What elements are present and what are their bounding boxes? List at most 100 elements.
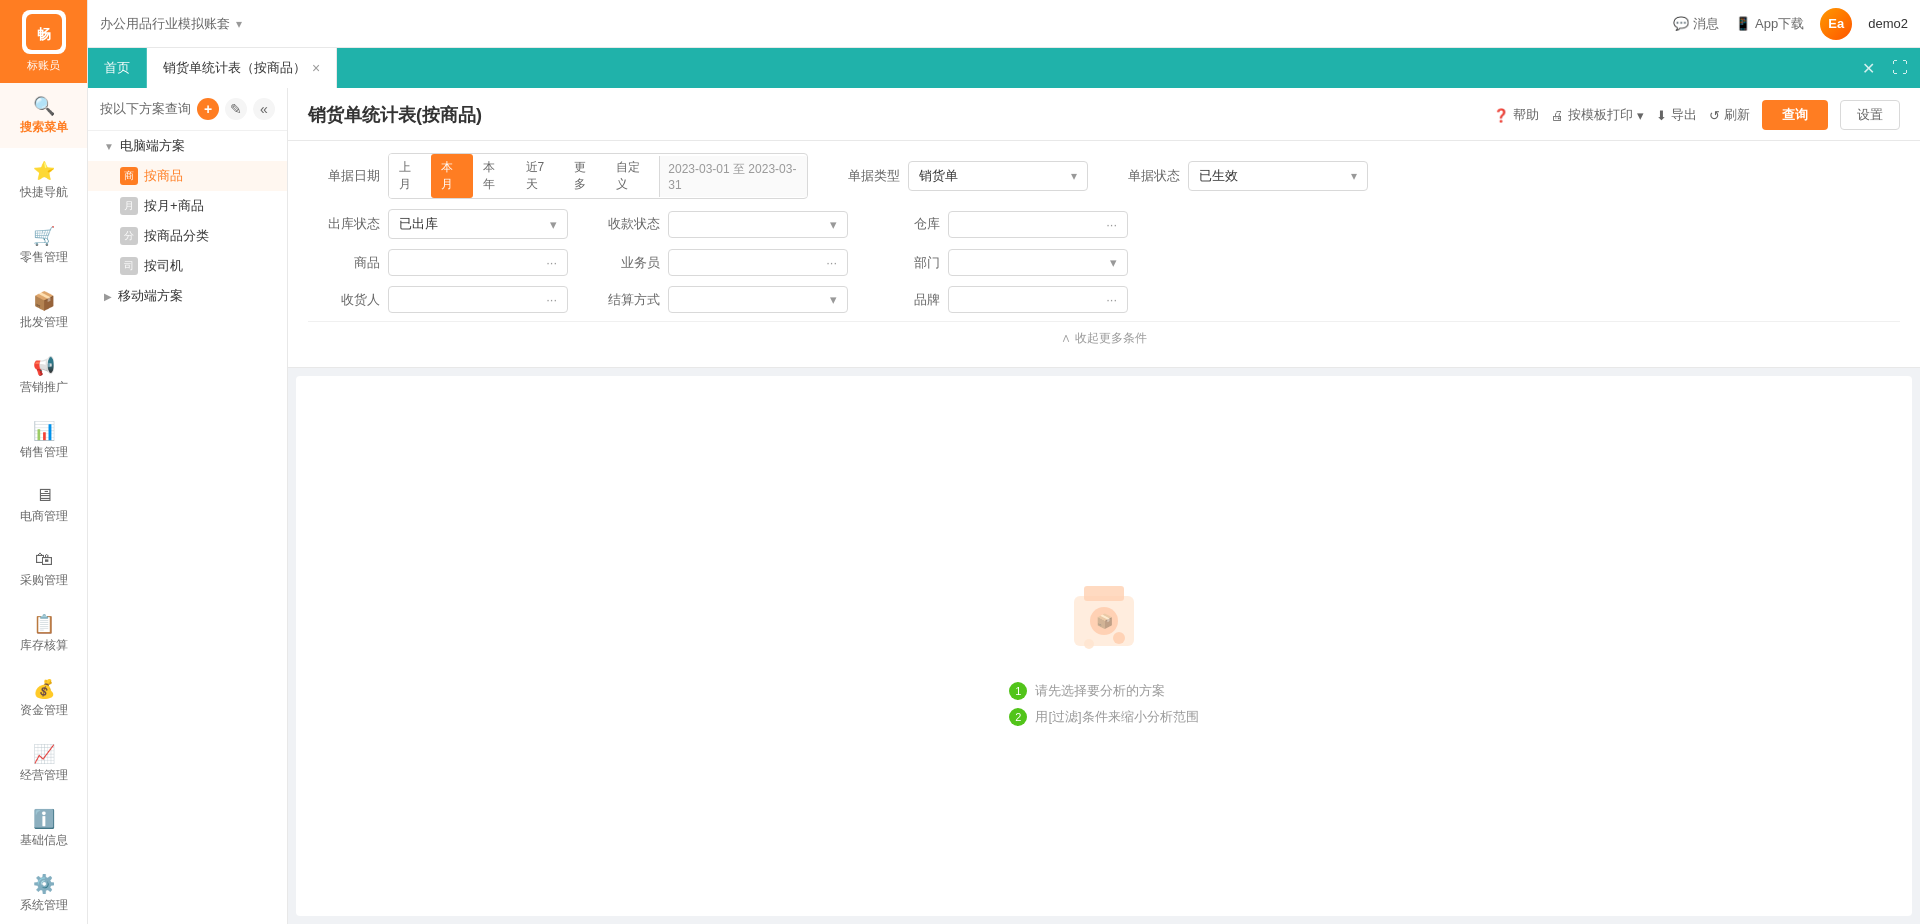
sidebar-item-sales[interactable]: 📊 销售管理 [0, 408, 87, 473]
query-button[interactable]: 查询 [1762, 100, 1828, 130]
edit-scheme-button[interactable]: ✎ [225, 98, 247, 120]
date-tab-thisyear[interactable]: 本年 [473, 154, 515, 198]
template-print-label: 按模板打印 [1568, 106, 1633, 124]
logo-text: 标账员 [27, 58, 60, 73]
svg-point-6 [1113, 632, 1125, 644]
purchase-icon: 🛍 [35, 549, 53, 570]
salesman-select[interactable]: ··· [668, 249, 848, 276]
left-panel: 按以下方案查询 + ✎ « ▼ 电脑端方案 商 按商品 月 按月+商品 [88, 88, 288, 924]
sidebar-item-system[interactable]: ⚙️ 系统管理 [0, 861, 87, 924]
svg-text:畅: 畅 [37, 26, 51, 42]
marketing-icon: 📢 [33, 355, 55, 377]
message-button[interactable]: 💬 消息 [1673, 15, 1719, 33]
tree-item-month-goods[interactable]: 月 按月+商品 [88, 191, 287, 221]
tree-item-driver[interactable]: 司 按司机 [88, 251, 287, 281]
collapse-panel-button[interactable]: « [253, 98, 275, 120]
sidebar-menu: 🔍 搜索菜单 ⭐ 快捷导航 🛒 零售管理 📦 批发管理 📢 营销推广 📊 销售管… [0, 83, 87, 924]
date-tab-lastmonth[interactable]: 上月 [389, 154, 431, 198]
sidebar-sales-label: 销售管理 [20, 444, 68, 461]
month-goods-icon: 月 [120, 197, 138, 215]
date-tab-7days[interactable]: 近7天 [516, 154, 564, 198]
topbar-dropdown-icon[interactable]: ▾ [236, 17, 242, 31]
sidebar-item-basicinfo[interactable]: ℹ️ 基础信息 [0, 796, 87, 861]
star-icon: ⭐ [33, 160, 55, 182]
sidebar-item-finance[interactable]: 💰 资金管理 [0, 666, 87, 731]
system-icon: ⚙️ [33, 873, 55, 895]
salesman-dots: ··· [826, 255, 837, 270]
tree-mobile-label: 移动端方案 [118, 287, 183, 305]
sidebar-item-inventory[interactable]: 📋 库存核算 [0, 601, 87, 666]
doc-status-value: 已生效 [1199, 167, 1351, 185]
sidebar-item-search[interactable]: 🔍 搜索菜单 [0, 83, 87, 148]
empty-tip-2: 2 用[过滤]条件来缩小分析范围 [1009, 708, 1198, 726]
sidebar-quicknav-label: 快捷导航 [20, 184, 68, 201]
date-tab-custom[interactable]: 自定义 [606, 154, 659, 198]
window-close-button[interactable]: ✕ [1856, 56, 1880, 80]
sidebar: 畅 标账员 🔍 搜索菜单 ⭐ 快捷导航 🛒 零售管理 📦 批发管理 📢 营销推广… [0, 0, 88, 924]
sidebar-item-quicknav[interactable]: ⭐ 快捷导航 [0, 148, 87, 213]
tree-item-mobile[interactable]: ▶ 移动端方案 [88, 281, 287, 311]
export-button[interactable]: ⬇ 导出 [1656, 106, 1697, 124]
tab-home-label: 首页 [104, 59, 130, 77]
tree-item-category[interactable]: 分 按商品分类 [88, 221, 287, 251]
recipient-select[interactable]: ··· [388, 286, 568, 313]
dept-label: 部门 [868, 254, 948, 272]
operations-icon: 📈 [33, 743, 55, 765]
sidebar-item-operations[interactable]: 📈 经营管理 [0, 731, 87, 796]
tree-category-label: 按商品分类 [144, 227, 209, 245]
tip-num-1: 1 [1009, 682, 1027, 700]
settlement-select[interactable]: ▾ [668, 286, 848, 313]
help-button[interactable]: ❓ 帮助 [1493, 106, 1539, 124]
collapse-filter-button[interactable]: ∧ 收起更多条件 [308, 321, 1900, 355]
sidebar-item-wholesale[interactable]: 📦 批发管理 [0, 278, 87, 343]
sidebar-item-retail[interactable]: 🛒 零售管理 [0, 213, 87, 278]
logo-icon: 畅 [22, 10, 66, 54]
settlement-dropdown-icon: ▾ [830, 292, 837, 307]
main-area: 办公用品行业模拟账套 ▾ 💬 消息 📱 App下载 Ea demo2 首页 销货… [88, 0, 1920, 924]
date-label: 单据日期 [308, 167, 388, 185]
doc-type-select[interactable]: 销货单 ▾ [908, 161, 1088, 191]
add-scheme-button[interactable]: + [197, 98, 219, 120]
tree-expand-icon: ▼ [104, 141, 114, 152]
tab-home[interactable]: 首页 [88, 48, 147, 88]
sidebar-item-marketing[interactable]: 📢 营销推广 [0, 343, 87, 408]
svg-point-7 [1084, 639, 1094, 649]
tabbar: 首页 销货单统计表（按商品） × ✕ ⛶ [88, 48, 1920, 88]
settings-button[interactable]: 设置 [1840, 100, 1900, 130]
sidebar-item-purchase[interactable]: 🛍 采购管理 [0, 537, 87, 601]
page-header: 销货单统计表(按商品) ❓ 帮助 🖨 按模板打印 ▾ ⬇ 导出 [288, 88, 1920, 141]
refresh-icon: ↺ [1709, 108, 1720, 123]
tab-close-icon[interactable]: × [312, 60, 320, 76]
sidebar-search-label: 搜索菜单 [20, 119, 68, 136]
tree-item-desktop[interactable]: ▼ 电脑端方案 [88, 131, 287, 161]
refresh-label: 刷新 [1724, 106, 1750, 124]
brand-dots: ··· [1106, 292, 1117, 307]
doc-status-select[interactable]: 已生效 ▾ [1188, 161, 1368, 191]
sidebar-item-ecommerce[interactable]: 🖥 电商管理 [0, 473, 87, 537]
svg-text:📦: 📦 [1096, 613, 1114, 630]
sidebar-basicinfo-label: 基础信息 [20, 832, 68, 849]
window-maximize-button[interactable]: ⛶ [1888, 56, 1912, 80]
warehouse-select[interactable]: ··· [948, 211, 1128, 238]
receipt-status-select[interactable]: ▾ [668, 211, 848, 238]
logo-area[interactable]: 畅 标账员 [0, 0, 87, 83]
goods-select[interactable]: ··· [388, 249, 568, 276]
out-status-label: 出库状态 [308, 215, 388, 233]
brand-select[interactable]: ··· [948, 286, 1128, 313]
template-print-button[interactable]: 🖨 按模板打印 ▾ [1551, 106, 1644, 124]
sidebar-finance-label: 资金管理 [20, 702, 68, 719]
receipt-dropdown-icon: ▾ [830, 217, 837, 232]
tip-num-2: 2 [1009, 708, 1027, 726]
date-tab-thismonth[interactable]: 本月 [431, 154, 473, 198]
tab-active-label: 销货单统计表（按商品） [163, 59, 306, 77]
tab-active[interactable]: 销货单统计表（按商品） × [147, 48, 337, 88]
dept-select[interactable]: ▾ [948, 249, 1128, 276]
empty-tips: 1 请先选择要分析的方案 2 用[过滤]条件来缩小分析范围 [1009, 682, 1198, 726]
app-download-button[interactable]: 📱 App下载 [1735, 15, 1804, 33]
tree-item-by-goods[interactable]: 商 按商品 [88, 161, 287, 191]
doc-type-value: 销货单 [919, 167, 1071, 185]
user-avatar[interactable]: Ea [1820, 8, 1852, 40]
date-tab-more[interactable]: 更多 [564, 154, 606, 198]
out-status-select[interactable]: 已出库 ▾ [388, 209, 568, 239]
refresh-button[interactable]: ↺ 刷新 [1709, 106, 1750, 124]
